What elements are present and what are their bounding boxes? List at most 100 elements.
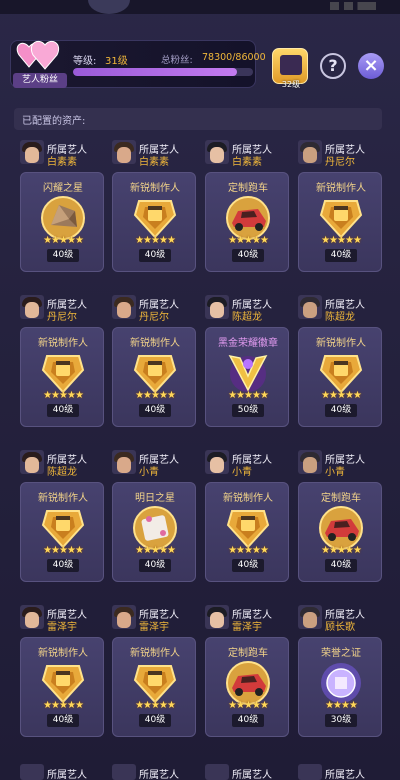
asset-slot[interactable]: 所属艺人 顾长歌 荣誉之证 ★★★★ 30级	[298, 605, 390, 741]
owner-title: 所属艺人	[325, 770, 365, 780]
asset-level: 40级	[47, 404, 79, 417]
owner-name: 丹尼尔	[47, 312, 77, 323]
artist-avatar	[205, 764, 229, 780]
asset-slot[interactable]: 所属艺人 白素素 定制跑车 ★★★★★ 40级	[205, 140, 297, 276]
owner-name: 小青	[232, 467, 252, 478]
star-rating: ★★★★★	[43, 390, 84, 401]
owner-name: 白素素	[232, 157, 262, 168]
asset-card[interactable]: 新锐制作人 ★★★★★ 40级	[20, 327, 104, 427]
artist-avatar	[298, 450, 322, 474]
owner-name: 陈超龙	[325, 312, 355, 323]
owner-name: 小青	[139, 467, 159, 478]
asset-slot[interactable]: 所属艺人 小青 明日之星 ★★★★★ 40级	[112, 450, 204, 586]
owner-name: 雷泽宇	[232, 622, 262, 633]
asset-card[interactable]: 新锐制作人 ★★★★★ 40级	[112, 327, 196, 427]
asset-slot-peek: 所属艺人	[205, 764, 289, 780]
asset-level: 40级	[325, 559, 357, 572]
asset-level: 40级	[139, 714, 171, 727]
asset-slot[interactable]: 所属艺人 小青 定制跑车 ★★★★★ 40级	[298, 450, 390, 586]
asset-slot[interactable]: 所属艺人 白素素 闪耀之星 ★★★★★ 40级	[20, 140, 112, 276]
asset-slot[interactable]: 所属艺人 陈超龙 新锐制作人 ★★★★★ 40级	[20, 450, 112, 586]
asset-card[interactable]: 定制跑车 ★★★★★ 40级	[205, 172, 289, 272]
artist-avatar	[20, 140, 44, 164]
owner-name: 顾长歌	[325, 622, 355, 633]
owner-title: 所属艺人	[232, 770, 272, 780]
asset-slot[interactable]: 所属艺人 雷泽宇 新锐制作人 ★★★★★ 40级	[112, 605, 204, 741]
asset-card[interactable]: 新锐制作人 ★★★★★ 40级	[298, 172, 382, 272]
asset-card[interactable]: 黑金荣耀徽章 ★★★★★ 50级	[205, 327, 289, 427]
artist-avatar	[20, 764, 44, 780]
star-rating: ★★★★	[325, 700, 358, 711]
asset-level: 40级	[47, 559, 79, 572]
owner-name: 雷泽宇	[139, 622, 169, 633]
asset-level: 40级	[139, 404, 171, 417]
star-rating: ★★★★★	[321, 390, 362, 401]
asset-card[interactable]: 新锐制作人 ★★★★★ 40级	[20, 482, 104, 582]
owner-name: 白素素	[139, 157, 169, 168]
asset-level: 40级	[47, 249, 79, 262]
asset-level: 40级	[232, 714, 264, 727]
artist-avatar	[205, 450, 229, 474]
asset-grid: 所属艺人 白素素 闪耀之星 ★★★★★ 40级 所属艺人 白素素 新锐制作人 ★★★★★ 40级所…	[0, 0, 400, 780]
artist-avatar	[112, 140, 136, 164]
star-rating: ★★★★★	[43, 700, 84, 711]
asset-name: 明日之星	[135, 493, 175, 504]
artist-avatar	[205, 295, 229, 319]
star-rating: ★★★★★	[321, 235, 362, 246]
asset-name: 新锐制作人	[130, 648, 180, 659]
asset-card[interactable]: 新锐制作人 ★★★★★ 40级	[112, 172, 196, 272]
artist-avatar	[112, 450, 136, 474]
asset-name: 定制跑车	[228, 648, 268, 659]
asset-name: 新锐制作人	[38, 338, 88, 349]
asset-name: 定制跑车	[321, 493, 361, 504]
asset-level: 40级	[325, 404, 357, 417]
asset-slot[interactable]: 所属艺人 丹尼尔 新锐制作人 ★★★★★ 40级	[112, 295, 204, 431]
owner-title: 所属艺人	[139, 770, 179, 780]
asset-card[interactable]: 定制跑车 ★★★★★ 40级	[298, 482, 382, 582]
asset-name: 新锐制作人	[38, 493, 88, 504]
asset-card[interactable]: 新锐制作人 ★★★★★ 40级	[205, 482, 289, 582]
asset-slot[interactable]: 所属艺人 雷泽宇 新锐制作人 ★★★★★ 40级	[20, 605, 112, 741]
asset-slot[interactable]: 所属艺人 丹尼尔 新锐制作人 ★★★★★ 40级	[298, 140, 390, 276]
asset-name: 新锐制作人	[38, 648, 88, 659]
artist-avatar	[112, 605, 136, 629]
asset-slot[interactable]: 所属艺人 陈超龙 黑金荣耀徽章 ★★★★★ 50级	[205, 295, 297, 431]
asset-name: 黑金荣耀徽章	[218, 338, 278, 349]
asset-level: 40级	[232, 249, 264, 262]
artist-avatar	[298, 295, 322, 319]
asset-card[interactable]: 新锐制作人 ★★★★★ 40级	[112, 637, 196, 737]
asset-level: 40级	[232, 559, 264, 572]
asset-slot[interactable]: 所属艺人 白素素 新锐制作人 ★★★★★ 40级	[112, 140, 204, 276]
star-rating: ★★★★★	[43, 235, 84, 246]
asset-name: 定制跑车	[228, 183, 268, 194]
asset-slot[interactable]: 所属艺人 雷泽宇 定制跑车 ★★★★★ 40级	[205, 605, 297, 741]
asset-slot-peek: 所属艺人	[298, 764, 382, 780]
star-rating: ★★★★★	[135, 235, 176, 246]
star-rating: ★★★★★	[228, 700, 269, 711]
asset-slot-peek: 所属艺人	[20, 764, 104, 780]
asset-level: 50级	[232, 404, 264, 417]
asset-name: 新锐制作人	[223, 493, 273, 504]
asset-card[interactable]: 新锐制作人 ★★★★★ 40级	[298, 327, 382, 427]
artist-avatar	[112, 764, 136, 780]
artist-avatar	[205, 605, 229, 629]
star-rating: ★★★★★	[321, 545, 362, 556]
asset-name: 新锐制作人	[130, 338, 180, 349]
asset-name: 荣誉之证	[321, 648, 361, 659]
asset-level: 40级	[325, 249, 357, 262]
asset-slot[interactable]: 所属艺人 小青 新锐制作人 ★★★★★ 40级	[205, 450, 297, 586]
asset-name: 新锐制作人	[316, 338, 366, 349]
asset-card[interactable]: 定制跑车 ★★★★★ 40级	[205, 637, 289, 737]
asset-card[interactable]: 明日之星 ★★★★★ 40级	[112, 482, 196, 582]
owner-name: 陈超龙	[232, 312, 262, 323]
asset-card[interactable]: 荣誉之证 ★★★★ 30级	[298, 637, 382, 737]
asset-level: 40级	[47, 714, 79, 727]
asset-name: 新锐制作人	[130, 183, 180, 194]
star-rating: ★★★★★	[228, 545, 269, 556]
artist-avatar	[112, 295, 136, 319]
asset-slot[interactable]: 所属艺人 陈超龙 新锐制作人 ★★★★★ 40级	[298, 295, 390, 431]
owner-name: 丹尼尔	[139, 312, 169, 323]
asset-card[interactable]: 新锐制作人 ★★★★★ 40级	[20, 637, 104, 737]
asset-card[interactable]: 闪耀之星 ★★★★★ 40级	[20, 172, 104, 272]
asset-slot[interactable]: 所属艺人 丹尼尔 新锐制作人 ★★★★★ 40级	[20, 295, 112, 431]
